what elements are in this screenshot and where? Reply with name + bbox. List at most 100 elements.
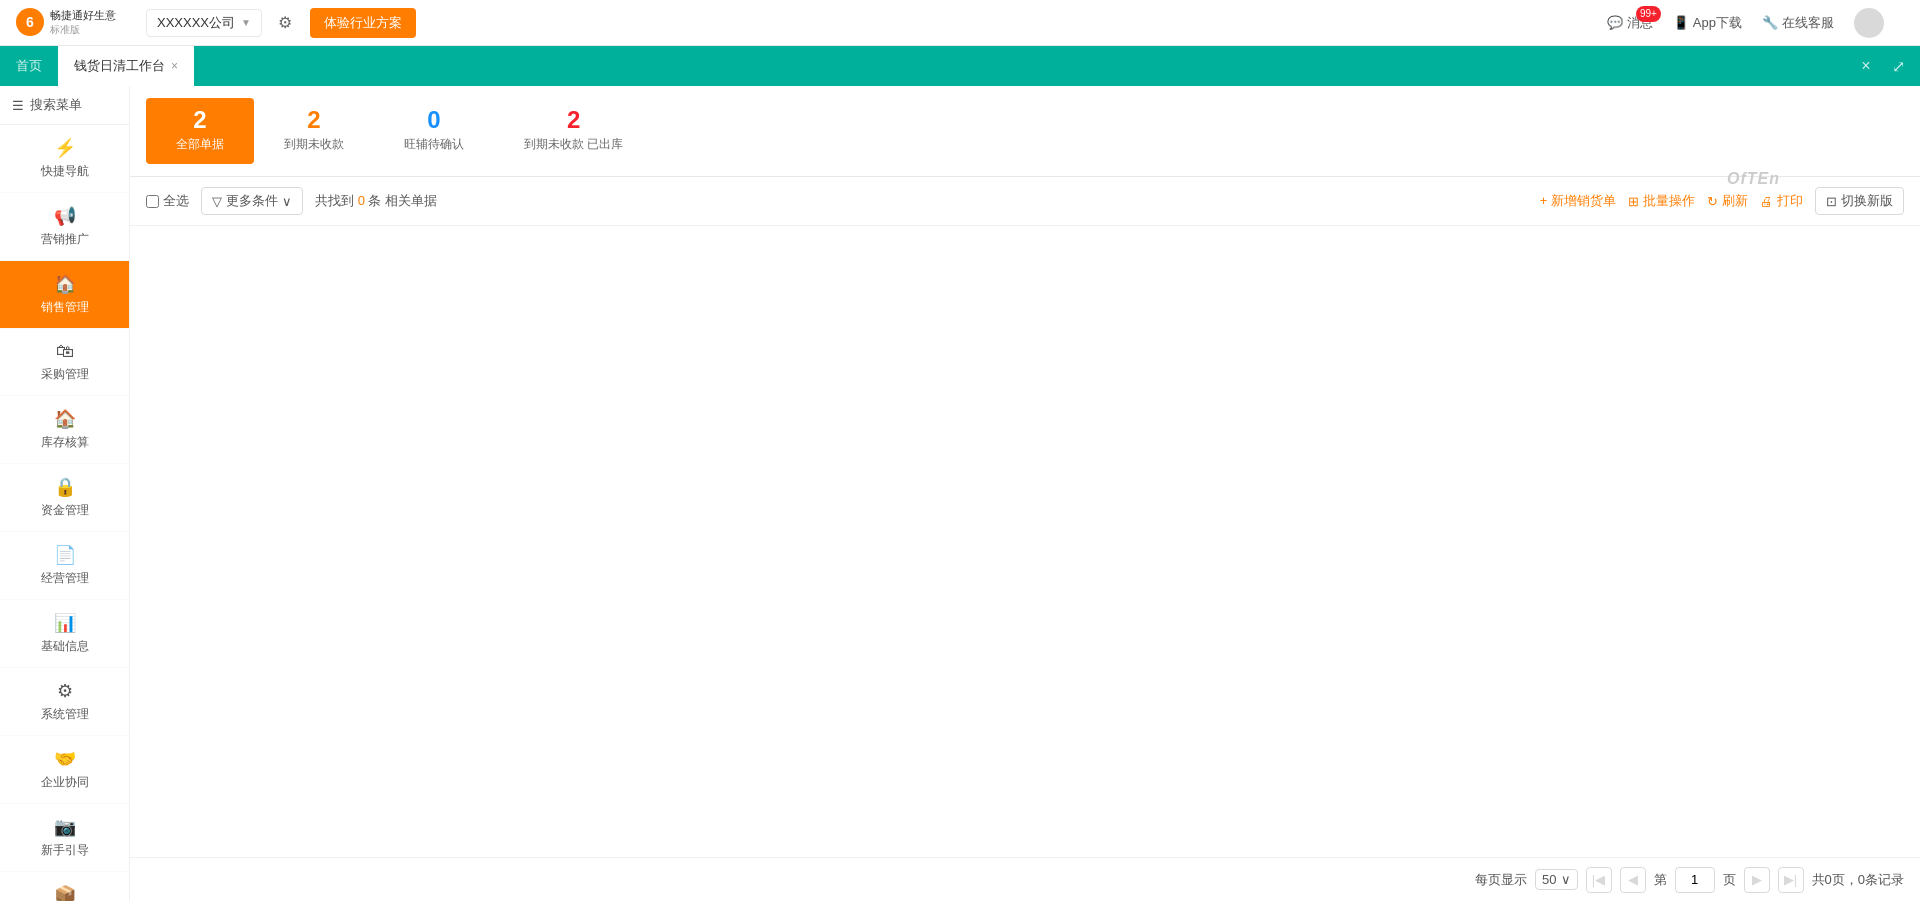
message-badge: 99+ [1636, 6, 1661, 22]
logo-icon: 6 [16, 8, 44, 36]
cooperation-icon: 🤝 [54, 748, 76, 770]
search-menu-label: 搜索菜单 [30, 96, 82, 114]
summary-card-unshipped[interactable]: 2 到期未收款 已出库 [494, 98, 653, 164]
sidebar-item-cooperation[interactable]: 🤝 企业协同 [0, 736, 129, 804]
summary-card-overdue[interactable]: 2 到期未收款 [254, 98, 374, 164]
sidebar-item-label: 新手引导 [41, 842, 89, 859]
avatar[interactable] [1854, 8, 1884, 38]
refresh-btn[interactable]: ↻ 刷新 [1707, 192, 1748, 210]
toolbar: 全选 ▽ 更多条件 ∨ 共找到 0 条 相关单据 + 新增销货单 ⊞ 批量操作 [130, 177, 1920, 226]
sidebar-item-label: 系统管理 [41, 706, 89, 723]
tab-workbench-label: 钱货日清工作台 [74, 57, 165, 75]
app-download-btn[interactable]: 📱 App下载 [1673, 14, 1742, 32]
watermark-text: OfTEn [1727, 170, 1780, 188]
sidebar-item-inventory[interactable]: 🏠 库存核算 [0, 396, 129, 464]
sidebar-item-operations[interactable]: 📄 经营管理 [0, 532, 129, 600]
card-all-number: 2 [193, 106, 206, 134]
online-service-label: 在线客服 [1782, 14, 1834, 32]
top-header: 6 畅捷通好生意 标准版 XXXXXX公司 ▼ ⚙ 体验行业方案 💬 消息 99… [0, 0, 1920, 46]
card-overdue-number: 2 [307, 106, 320, 134]
sidebar-item-label: 资金管理 [41, 502, 89, 519]
header-right: 💬 消息 99+ 📱 App下载 🔧 在线客服 [1607, 8, 1904, 38]
app-center-icon: 📦 [54, 884, 76, 901]
page-unit: 页 [1723, 871, 1736, 889]
sidebar-item-label: 快捷导航 [41, 163, 89, 180]
sidebar-item-app-center[interactable]: 📦 应用中心 [0, 872, 129, 901]
sidebar-item-label: 企业协同 [41, 774, 89, 791]
toolbar-right: + 新增销货单 ⊞ 批量操作 ↻ 刷新 🖨 打印 ⊡ 切换新版 [1540, 187, 1904, 215]
tab-close-icon[interactable]: × [171, 59, 178, 73]
online-service-btn[interactable]: 🔧 在线客服 [1762, 14, 1834, 32]
marketing-icon: 📢 [54, 205, 76, 227]
tab-expand-btn[interactable]: ⤢ [1884, 52, 1912, 80]
sidebar-item-label: 销售管理 [41, 299, 89, 316]
finance-icon: 🔒 [54, 476, 76, 498]
main-layout: ☰ 搜索菜单 ⚡ 快捷导航 📢 营销推广 🏠 销售管理 🛍 采购管理 🏠 库存核… [0, 86, 1920, 901]
tab-bar-actions: × ⤢ [1852, 52, 1920, 80]
batch-ops-btn[interactable]: ⊞ 批量操作 [1628, 192, 1695, 210]
tab-workbench[interactable]: 钱货日清工作台 × [58, 46, 194, 86]
company-selector[interactable]: XXXXXX公司 ▼ [146, 9, 262, 37]
card-all-label: 全部单据 [176, 136, 224, 153]
page-input[interactable] [1675, 867, 1715, 893]
filter-dropdown-icon: ∨ [282, 194, 292, 209]
tab-home[interactable]: 首页 [0, 46, 58, 86]
next-page-btn[interactable]: ▶ [1744, 867, 1770, 893]
tab-close-btn[interactable]: × [1852, 52, 1880, 80]
message-btn[interactable]: 💬 消息 99+ [1607, 14, 1653, 32]
search-menu[interactable]: ☰ 搜索菜单 [0, 86, 129, 125]
more-filter-btn[interactable]: ▽ 更多条件 ∨ [201, 187, 303, 215]
table-area [130, 226, 1920, 857]
sidebar-item-marketing[interactable]: 📢 营销推广 [0, 193, 129, 261]
filter-icon: ▽ [212, 194, 222, 209]
print-icon: 🖨 [1760, 194, 1773, 209]
found-unit: 条 [368, 193, 381, 208]
guide-icon: 📷 [54, 816, 76, 838]
sidebar-item-sales[interactable]: 🏠 销售管理 [0, 261, 129, 329]
sidebar-item-label: 采购管理 [41, 366, 89, 383]
summary-card-all[interactable]: 2 全部单据 [146, 98, 254, 164]
prev-page-btn[interactable]: ◀ [1620, 867, 1646, 893]
company-name: XXXXXX公司 [157, 14, 235, 32]
summary-cards: 2 全部单据 2 到期未收款 0 旺辅待确认 2 到期未收款 已出库 [130, 86, 1920, 177]
logo-text: 畅捷通好生意 标准版 [50, 8, 116, 36]
sidebar-item-finance[interactable]: 🔒 资金管理 [0, 464, 129, 532]
refresh-icon: ↻ [1707, 194, 1718, 209]
tab-home-label: 首页 [16, 57, 42, 75]
system-icon: ⚙ [57, 680, 73, 702]
service-icon: 🔧 [1762, 15, 1778, 30]
tab-bar: 首页 钱货日清工作台 × × ⤢ [0, 46, 1920, 86]
found-count: 0 [358, 193, 365, 208]
sidebar-item-quick-nav[interactable]: ⚡ 快捷导航 [0, 125, 129, 193]
sidebar-item-guide[interactable]: 📷 新手引导 [0, 804, 129, 872]
settings-icon[interactable]: ⚙ [270, 8, 300, 38]
new-sales-btn[interactable]: + 新增销货单 [1540, 192, 1616, 210]
experience-btn[interactable]: 体验行业方案 [310, 8, 416, 38]
card-pending-number: 0 [427, 106, 440, 134]
company-dropdown-icon: ▼ [241, 17, 251, 28]
summary-card-pending[interactable]: 0 旺辅待确认 [374, 98, 494, 164]
print-label: 打印 [1777, 192, 1803, 210]
batch-ops-icon: ⊞ [1628, 194, 1639, 209]
first-page-btn[interactable]: |◀ [1586, 867, 1612, 893]
related-orders: 相关单据 [385, 193, 437, 208]
switch-version-btn[interactable]: ⊡ 切换新版 [1815, 187, 1904, 215]
sidebar-item-basic-info[interactable]: 📊 基础信息 [0, 600, 129, 668]
select-all-checkbox[interactable]: 全选 [146, 192, 189, 210]
page-size-select[interactable]: 50 ∨ [1535, 869, 1577, 890]
quick-nav-icon: ⚡ [54, 137, 76, 159]
sidebar-item-label: 库存核算 [41, 434, 89, 451]
card-overdue-label: 到期未收款 [284, 136, 344, 153]
print-btn[interactable]: 🖨 打印 [1760, 192, 1803, 210]
last-page-btn[interactable]: ▶| [1778, 867, 1804, 893]
more-filter-label: 更多条件 [226, 192, 278, 210]
sidebar-item-system[interactable]: ⚙ 系统管理 [0, 668, 129, 736]
content-area: 2 全部单据 2 到期未收款 0 旺辅待确认 2 到期未收款 已出库 全选 [130, 86, 1920, 901]
app-download-label: App下载 [1693, 14, 1742, 32]
download-icon: 📱 [1673, 15, 1689, 30]
page-label: 第 [1654, 871, 1667, 889]
sidebar-item-purchase[interactable]: 🛍 采购管理 [0, 329, 129, 396]
select-all-input[interactable] [146, 195, 159, 208]
select-all-label: 全选 [163, 192, 189, 210]
card-unshipped-label: 到期未收款 已出库 [524, 136, 623, 153]
